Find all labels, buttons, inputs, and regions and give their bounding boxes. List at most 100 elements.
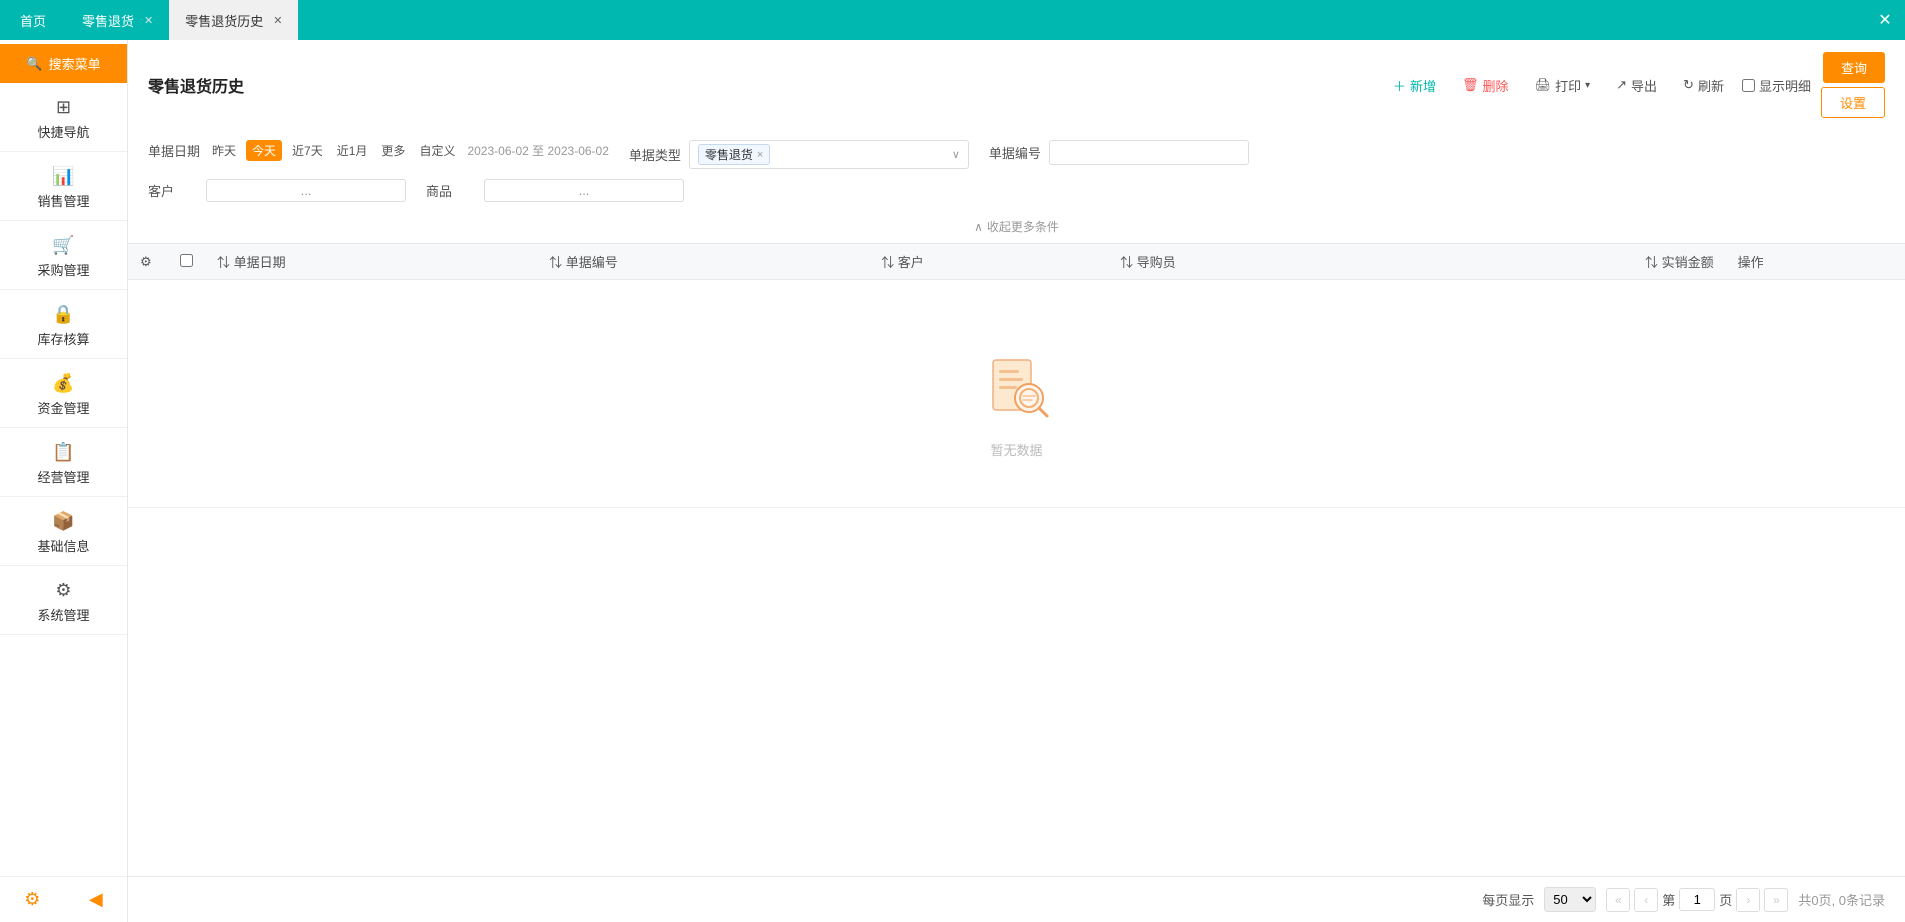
doc-type-tag-value: 零售退货 <box>705 146 753 163</box>
last-page-button[interactable]: » <box>1764 888 1788 912</box>
first-page-button[interactable]: « <box>1606 888 1630 912</box>
delete-button[interactable]: 🗑 删除 <box>1454 72 1517 99</box>
doc-type-tag: 零售退货 × <box>698 144 770 165</box>
page-total: 共0页, 0条记录 <box>1798 890 1885 909</box>
export-button[interactable]: ↗ 导出 <box>1608 72 1665 99</box>
sidebar-item-inventory[interactable]: 🔒 库存核算 <box>0 290 127 359</box>
date-filter-group: 单据日期 昨天 今天 近7天 近1月 更多 自定义 2023-06-02 至 2… <box>148 140 609 161</box>
data-table: ⚙ ⇅ 单据日期 ⇅ 单据编号 ⇅ 客户 <box>128 244 1905 508</box>
tab-retail-return-history-label: 零售退货历史 <box>185 11 263 30</box>
system-mgmt-icon: ⚙ <box>55 580 71 601</box>
sidebar-item-quick-nav[interactable]: ⊞ 快捷导航 <box>0 83 127 152</box>
doc-type-label: 单据类型 <box>629 145 681 164</box>
doc-number-input[interactable] <box>1049 140 1249 165</box>
sidebar-search-label: 搜索菜单 <box>49 54 101 73</box>
doc-number-filter-group: 单据编号 <box>989 140 1249 165</box>
filter-row-2: 客户 ... 商品 ... <box>148 179 1885 202</box>
doc-type-select[interactable]: 零售退货 × ∨ <box>689 140 969 169</box>
date-option-custom[interactable]: 自定义 <box>415 140 459 161</box>
goods-filter-input[interactable]: ... <box>484 179 684 202</box>
page-number-input[interactable] <box>1679 888 1715 911</box>
doc-type-tag-close[interactable]: × <box>757 149 763 161</box>
page-label: 第 <box>1662 890 1675 909</box>
tab-retail-return-history[interactable]: 零售退货历史 ✕ <box>169 0 298 40</box>
settings-bottom-icon[interactable]: ⚙ <box>24 889 40 910</box>
select-all-checkbox[interactable] <box>180 254 193 267</box>
query-button[interactable]: 查询 <box>1823 52 1885 83</box>
tab-list: 首页 零售退货 ✕ 零售退货历史 ✕ <box>0 0 1865 40</box>
inventory-icon: 🔒 <box>52 304 74 325</box>
finance-icon: 💰 <box>52 373 74 394</box>
new-button[interactable]: ＋ 新增 <box>1385 72 1444 99</box>
th-checkbox[interactable] <box>168 244 205 280</box>
date-option-1month[interactable]: 近1月 <box>333 140 372 161</box>
show-detail-input[interactable] <box>1742 79 1755 92</box>
pagination-bar: 每页显示 10 20 50 100 « ‹ 第 页 › » 共0页, 0条记录 <box>128 876 1905 922</box>
tab-retail-return-history-close[interactable]: ✕ <box>273 14 282 27</box>
sidebar-item-finance[interactable]: 💰 资金管理 <box>0 359 127 428</box>
column-settings-icon[interactable]: ⚙ <box>140 254 152 269</box>
goods-filter-group: 商品 ... <box>426 179 684 202</box>
th-customer: ⇅ 客户 <box>869 244 1108 280</box>
date-option-yesterday[interactable]: 昨天 <box>208 140 240 161</box>
th-action: 操作 <box>1726 244 1905 280</box>
th-action-label: 操作 <box>1738 255 1764 270</box>
tab-retail-return-close[interactable]: ✕ <box>144 14 153 27</box>
empty-state: 暂无数据 <box>140 288 1893 499</box>
tab-retail-return[interactable]: 零售退货 ✕ <box>66 0 169 40</box>
date-option-more[interactable]: 更多 <box>377 140 409 161</box>
tab-home[interactable]: 首页 <box>0 0 66 40</box>
delete-label: 删除 <box>1483 76 1509 95</box>
filter-area: 单据日期 昨天 今天 近7天 近1月 更多 自定义 2023-06-02 至 2… <box>148 130 1885 243</box>
th-guide: ⇅ 导购员 <box>1108 244 1393 280</box>
sidebar-item-sales-mgmt[interactable]: 📊 销售管理 <box>0 152 127 221</box>
sidebar-item-inventory-label: 库存核算 <box>37 329 89 348</box>
th-guide-label: ⇅ 导购员 <box>1120 255 1176 270</box>
sidebar-item-system-mgmt[interactable]: ⚙ 系统管理 <box>0 566 127 635</box>
collapse-row: ∧ 收起更多条件 <box>148 212 1885 243</box>
show-detail-checkbox[interactable]: 显示明细 <box>1742 76 1811 95</box>
sidebar-search-button[interactable]: 🔍 搜索菜单 <box>0 44 127 83</box>
refresh-button[interactable]: ↻ 刷新 <box>1675 72 1732 99</box>
show-detail-label: 显示明细 <box>1759 76 1811 95</box>
page-size-select[interactable]: 10 20 50 100 <box>1544 887 1596 912</box>
th-amount: ⇅ 实销金额 <box>1394 244 1726 280</box>
collapse-button[interactable]: ∧ 收起更多条件 <box>974 218 1059 235</box>
sidebar-item-basic-info[interactable]: 📦 基础信息 <box>0 497 127 566</box>
basic-info-icon: 📦 <box>52 511 74 532</box>
search-icon: 🔍 <box>26 56 42 72</box>
next-page-button[interactable]: › <box>1736 888 1760 912</box>
export-label: 导出 <box>1631 76 1657 95</box>
page-unit: 页 <box>1719 890 1732 909</box>
th-number-label: ⇅ 单据编号 <box>549 255 618 270</box>
date-option-7days[interactable]: 近7天 <box>288 140 327 161</box>
date-filter-label: 单据日期 <box>148 141 200 160</box>
customer-filter-label: 客户 <box>148 181 198 200</box>
export-icon: ↗ <box>1616 77 1627 93</box>
new-icon: ＋ <box>1393 76 1406 95</box>
goods-filter-label: 商品 <box>426 181 476 200</box>
empty-illustration <box>977 348 1057 428</box>
goods-ellipsis: ... <box>579 183 590 198</box>
date-option-today[interactable]: 今天 <box>246 140 282 161</box>
prev-page-button[interactable]: ‹ <box>1634 888 1658 912</box>
sidebar-item-purchase-mgmt[interactable]: 🛒 采购管理 <box>0 221 127 290</box>
doc-number-label: 单据编号 <box>989 143 1041 162</box>
print-label: 打印 <box>1555 76 1581 95</box>
window-close-button[interactable]: ✕ <box>1865 0 1905 40</box>
customer-filter-input[interactable]: ... <box>206 179 406 202</box>
sidebar-item-operation[interactable]: 📋 经营管理 <box>0 428 127 497</box>
top-bar: 首页 零售退货 ✕ 零售退货历史 ✕ ✕ <box>0 0 1905 40</box>
table-body: 暂无数据 <box>128 280 1905 508</box>
print-button[interactable]: 🖨 打印 ▾ <box>1527 72 1599 99</box>
main-content: 零售退货历史 ＋ 新增 🗑 删除 🖨 打印 ▾ <box>128 40 1905 922</box>
th-settings[interactable]: ⚙ <box>128 244 168 280</box>
page-size-label: 每页显示 <box>1482 890 1534 909</box>
page-header: 零售退货历史 ＋ 新增 🗑 删除 🖨 打印 ▾ <box>128 40 1905 244</box>
collapse-sidebar-icon[interactable]: ◀ <box>89 889 103 910</box>
delete-icon: 🗑 <box>1462 77 1479 93</box>
refresh-icon: ↻ <box>1683 77 1694 93</box>
settings-button[interactable]: 设置 <box>1821 87 1885 118</box>
sidebar-item-quick-nav-label: 快捷导航 <box>37 122 89 141</box>
new-label: 新增 <box>1410 76 1436 95</box>
